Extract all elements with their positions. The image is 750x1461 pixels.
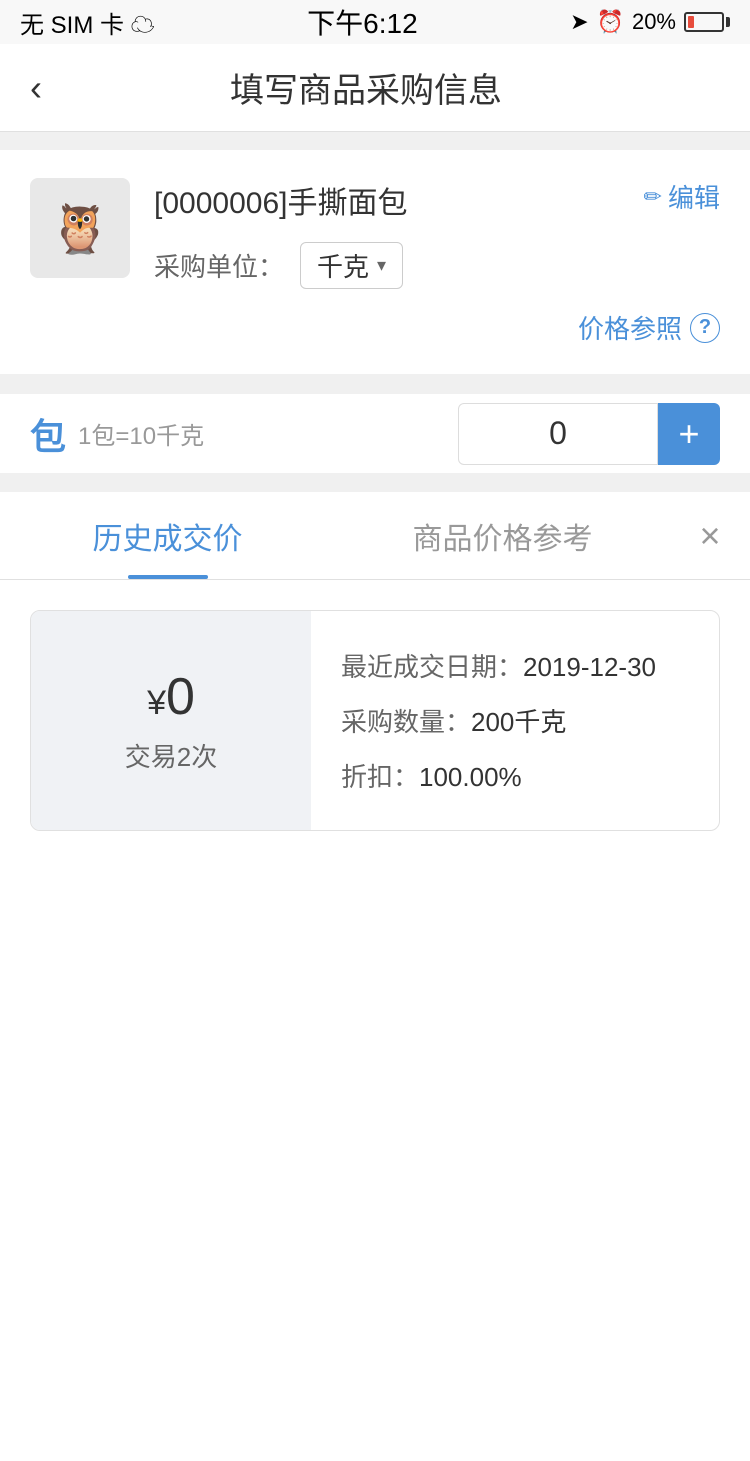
status-right: ➤ ⏰ 20% (570, 9, 730, 35)
quantity-input[interactable]: 0 (458, 403, 658, 465)
status-left: 无 SIM 卡 ☁ (20, 5, 155, 40)
unit-conversion-note: 1包=10千克 (78, 416, 204, 451)
purchase-qty-row: 采购数量：200千克 (341, 702, 689, 739)
nav-bar: ‹ 填写商品采购信息 (0, 44, 750, 132)
unit-value: 千克 (317, 247, 369, 284)
history-price-value: ¥0 (147, 667, 195, 727)
page-title: 填写商品采购信息 (62, 63, 670, 112)
tab-section: 历史成交价 商品价格参考 × ¥0 交易2次 最近成交日期：2019-12-30… (0, 492, 750, 861)
currency-symbol: ¥ (147, 684, 166, 722)
quantity-controls: 0 + (458, 403, 720, 465)
edit-button[interactable]: ✏ 编辑 (644, 178, 720, 215)
alarm-icon: ⏰ (597, 9, 624, 35)
unit-select[interactable]: 千克 ▾ (300, 242, 403, 289)
tab-product-price-ref[interactable]: 商品价格参考 (335, 492, 670, 579)
unit-label: 采购单位： (154, 247, 284, 284)
tab-close-button[interactable]: × (670, 515, 750, 557)
history-content: ¥0 交易2次 最近成交日期：2019-12-30 采购数量：200千克 折扣：… (0, 580, 750, 861)
divider (0, 374, 750, 392)
price-reference-button[interactable]: 价格参照 ? (578, 309, 720, 346)
product-image: 🦉 (30, 178, 130, 278)
bottom-area (0, 861, 750, 1461)
discount-label: 折扣： (341, 762, 419, 792)
quantity-plus-button[interactable]: + (658, 403, 720, 465)
edit-icon: ✏ (644, 184, 662, 210)
history-card: ¥0 交易2次 最近成交日期：2019-12-30 采购数量：200千克 折扣：… (30, 610, 720, 831)
sim-label: 无 SIM 卡 ☁ (20, 5, 155, 40)
recent-date-label: 最近成交日期： (341, 652, 523, 682)
chevron-down-icon: ▾ (377, 255, 386, 276)
quantity-label: 包 1包=10千克 (30, 408, 204, 460)
quantity-section: 包 1包=10千克 0 + (0, 394, 750, 474)
price-ref-label: 价格参照 (578, 309, 682, 346)
divider-2 (0, 474, 750, 492)
history-price-summary: ¥0 交易2次 (31, 611, 311, 830)
unit-char: 包 (30, 408, 66, 460)
recent-date-row: 最近成交日期：2019-12-30 (341, 647, 689, 684)
info-icon: ? (690, 313, 720, 343)
product-name: [0000006]手撕面包 (154, 178, 644, 222)
product-info: [0000006]手撕面包 采购单位： 千克 ▾ (154, 178, 644, 289)
battery-percent: 20% (632, 9, 676, 35)
status-bar: 无 SIM 卡 ☁ 下午6:12 ➤ ⏰ 20% (0, 0, 750, 44)
product-meta: 采购单位： 千克 ▾ (154, 242, 644, 289)
discount-row: 折扣：100.00% (341, 757, 689, 794)
product-section: 🦉 [0000006]手撕面包 采购单位： 千克 ▾ ✏ 编辑 (0, 150, 750, 374)
purchase-qty-value: 200千克 (471, 707, 566, 737)
product-logo-icon: 🦉 (50, 200, 110, 257)
trade-count: 交易2次 (125, 737, 217, 774)
location-icon: ➤ (570, 9, 588, 35)
back-button[interactable]: ‹ (30, 57, 62, 119)
tab-history-price[interactable]: 历史成交价 (0, 492, 335, 579)
battery-icon (684, 12, 730, 32)
tab-header: 历史成交价 商品价格参考 × (0, 492, 750, 580)
history-details: 最近成交日期：2019-12-30 采购数量：200千克 折扣：100.00% (311, 611, 719, 830)
purchase-qty-label: 采购数量： (341, 707, 471, 737)
status-time: 下午6:12 (307, 2, 418, 42)
recent-date-value: 2019-12-30 (523, 652, 656, 682)
discount-value: 100.00% (419, 762, 522, 792)
